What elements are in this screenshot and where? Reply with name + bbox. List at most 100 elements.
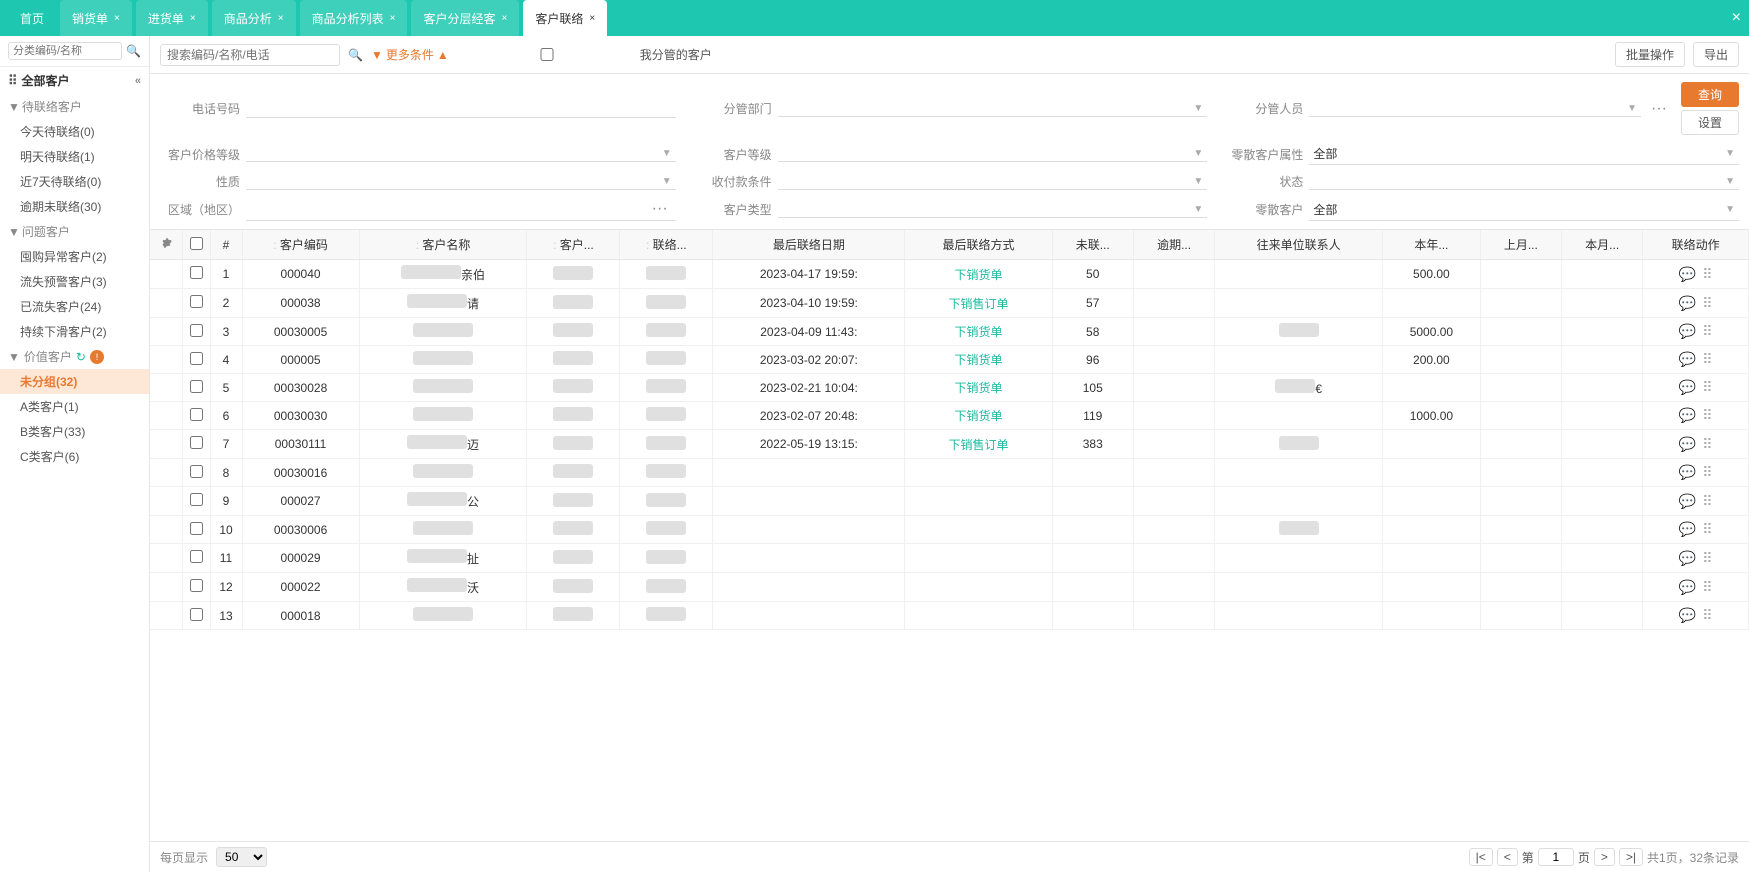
sidebar-item-churn-warning[interactable]: 流失预警客户(3) xyxy=(0,269,149,294)
action-message-icon[interactable]: 💬 xyxy=(1679,493,1696,510)
price-level-select[interactable]: ▼ xyxy=(246,146,676,162)
sidebar-item-declining[interactable]: 持续下滑客户(2) xyxy=(0,319,149,344)
action-message-icon[interactable]: 💬 xyxy=(1679,579,1696,596)
action-grid-icon[interactable]: ⠿ xyxy=(1702,521,1712,538)
sidebar-item-7days[interactable]: 近7天待联络(0) xyxy=(0,169,149,194)
action-message-icon[interactable]: 💬 xyxy=(1679,550,1696,567)
sidebar-item-tomorrow[interactable]: 明天待联络(1) xyxy=(0,144,149,169)
person-more-btn[interactable]: ··· xyxy=(1647,100,1671,118)
sidebar-item-overdue[interactable]: 逾期未联络(30) xyxy=(0,194,149,219)
tab-sales-close[interactable]: × xyxy=(114,13,120,24)
action-grid-icon[interactable]: ⠿ xyxy=(1702,550,1712,567)
dept-select[interactable]: ▼ xyxy=(778,101,1208,117)
last-contact-method-link[interactable]: 下销货单 xyxy=(955,409,1003,423)
prev-page-btn[interactable]: < xyxy=(1497,848,1518,866)
tab-customer-contact-close[interactable]: × xyxy=(589,13,595,24)
tab-goods-analysis-list[interactable]: 商品分析列表 × xyxy=(300,0,408,36)
select-all-checkbox[interactable] xyxy=(190,237,203,250)
last-page-btn[interactable]: >| xyxy=(1619,848,1643,866)
tab-purchase[interactable]: 进货单 × xyxy=(136,0,208,36)
tab-goods-analysis[interactable]: 商品分析 × xyxy=(212,0,296,36)
person-select[interactable]: ▼ xyxy=(1309,101,1641,117)
nature-select[interactable]: ▼ xyxy=(246,174,676,190)
window-close-button[interactable]: × xyxy=(1732,9,1741,27)
tab-goods-analysis-list-close[interactable]: × xyxy=(390,13,396,24)
sidebar-item-today[interactable]: 今天待联络(0) xyxy=(0,119,149,144)
action-grid-icon[interactable]: ⠿ xyxy=(1702,436,1712,453)
action-grid-icon[interactable]: ⠿ xyxy=(1702,607,1712,624)
customer-level-select[interactable]: ▼ xyxy=(778,146,1208,162)
sidebar-group-problem[interactable]: ▼ 问题客户 xyxy=(0,219,149,244)
query-btn[interactable]: 查询 xyxy=(1681,82,1739,107)
search-icon[interactable]: 🔍 xyxy=(348,48,363,62)
tab-purchase-close[interactable]: × xyxy=(190,13,196,24)
row-checkbox[interactable] xyxy=(182,544,210,573)
last-contact-method-link[interactable]: 下销货单 xyxy=(955,268,1003,282)
action-grid-icon[interactable]: ⠿ xyxy=(1702,407,1712,424)
tab-sales[interactable]: 销货单 × xyxy=(60,0,132,36)
sidebar-item-class-a[interactable]: A类客户(1) xyxy=(0,394,149,419)
tab-goods-analysis-close[interactable]: × xyxy=(278,13,284,24)
tab-customer-layer-close[interactable]: × xyxy=(501,13,507,24)
sidebar-all-customers[interactable]: ⠿ 全部客户 « xyxy=(0,67,149,94)
row-checkbox[interactable] xyxy=(182,430,210,459)
sidebar-item-class-c[interactable]: C类客户(6) xyxy=(0,444,149,469)
my-customers-checkbox-area[interactable]: 我分管的客户 xyxy=(457,46,712,63)
action-message-icon[interactable]: 💬 xyxy=(1679,407,1696,424)
more-conditions-btn[interactable]: ▼ 更多条件 ▲ xyxy=(371,46,449,63)
tab-home[interactable]: 首页 xyxy=(8,0,56,36)
action-message-icon[interactable]: 💬 xyxy=(1679,323,1696,340)
row-checkbox[interactable] xyxy=(182,289,210,318)
action-grid-icon[interactable]: ⠿ xyxy=(1702,579,1712,596)
tab-customer-contact[interactable]: 客户联络 × xyxy=(523,0,607,36)
action-grid-icon[interactable]: ⠿ xyxy=(1702,266,1712,283)
row-checkbox[interactable] xyxy=(182,374,210,402)
action-message-icon[interactable]: 💬 xyxy=(1679,379,1696,396)
page-size-select[interactable]: 50 20 100 200 xyxy=(216,847,267,867)
sidebar-search-input[interactable] xyxy=(8,42,122,60)
row-checkbox[interactable] xyxy=(182,573,210,602)
last-contact-method-link[interactable]: 下销货单 xyxy=(955,353,1003,367)
sidebar-group-value[interactable]: ▼ 价值客户 ↻ ! xyxy=(0,344,149,369)
action-message-icon[interactable]: 💬 xyxy=(1679,351,1696,368)
row-checkbox[interactable] xyxy=(182,516,210,544)
sidebar-item-churned[interactable]: 已流失客户(24) xyxy=(0,294,149,319)
action-message-icon[interactable]: 💬 xyxy=(1679,436,1696,453)
action-grid-icon[interactable]: ⠿ xyxy=(1702,323,1712,340)
action-message-icon[interactable]: 💬 xyxy=(1679,295,1696,312)
status-select[interactable]: ▼ xyxy=(1309,174,1739,190)
row-checkbox[interactable] xyxy=(182,402,210,430)
sidebar-item-class-b[interactable]: B类客户(33) xyxy=(0,419,149,444)
region-more-btn[interactable]: ··· xyxy=(648,200,672,218)
first-page-btn[interactable]: |< xyxy=(1469,848,1493,866)
payment-select[interactable]: ▼ xyxy=(778,174,1208,190)
my-customers-checkbox[interactable] xyxy=(457,48,637,61)
col-check-all[interactable] xyxy=(182,230,210,260)
action-grid-icon[interactable]: ⠿ xyxy=(1702,464,1712,481)
row-checkbox[interactable] xyxy=(182,260,210,289)
col-settings[interactable] xyxy=(150,230,182,260)
sidebar-group-pending[interactable]: ▼ 待联络客户 xyxy=(0,94,149,119)
retail-customer-select[interactable]: 全部 ▼ xyxy=(1309,199,1739,221)
phone-input[interactable] xyxy=(246,99,676,118)
sidebar-refresh-icon[interactable]: ↻ xyxy=(76,350,86,364)
sidebar-item-ungrouped[interactable]: 未分组(32) xyxy=(0,369,149,394)
last-contact-method-link[interactable]: 下销货单 xyxy=(955,325,1003,339)
search-input[interactable] xyxy=(160,44,340,66)
action-message-icon[interactable]: 💬 xyxy=(1679,464,1696,481)
action-grid-icon[interactable]: ⠿ xyxy=(1702,493,1712,510)
tab-customer-layer[interactable]: 客户分层经客 × xyxy=(411,0,519,36)
sidebar-search-icon[interactable]: 🔍 xyxy=(126,44,141,58)
reset-btn[interactable]: 设置 xyxy=(1681,110,1739,135)
customer-type-select[interactable]: ▼ xyxy=(778,202,1208,218)
row-checkbox[interactable] xyxy=(182,318,210,346)
next-page-btn[interactable]: > xyxy=(1594,848,1615,866)
sidebar-item-hoard-abnormal[interactable]: 囤购异常客户(2) xyxy=(0,244,149,269)
last-contact-method-link[interactable]: 下销售订单 xyxy=(949,438,1009,452)
action-message-icon[interactable]: 💬 xyxy=(1679,266,1696,283)
action-message-icon[interactable]: 💬 xyxy=(1679,607,1696,624)
last-contact-method-link[interactable]: 下销售订单 xyxy=(949,297,1009,311)
row-checkbox[interactable] xyxy=(182,487,210,516)
sidebar-collapse-btn[interactable]: « xyxy=(135,75,141,87)
row-checkbox[interactable] xyxy=(182,459,210,487)
